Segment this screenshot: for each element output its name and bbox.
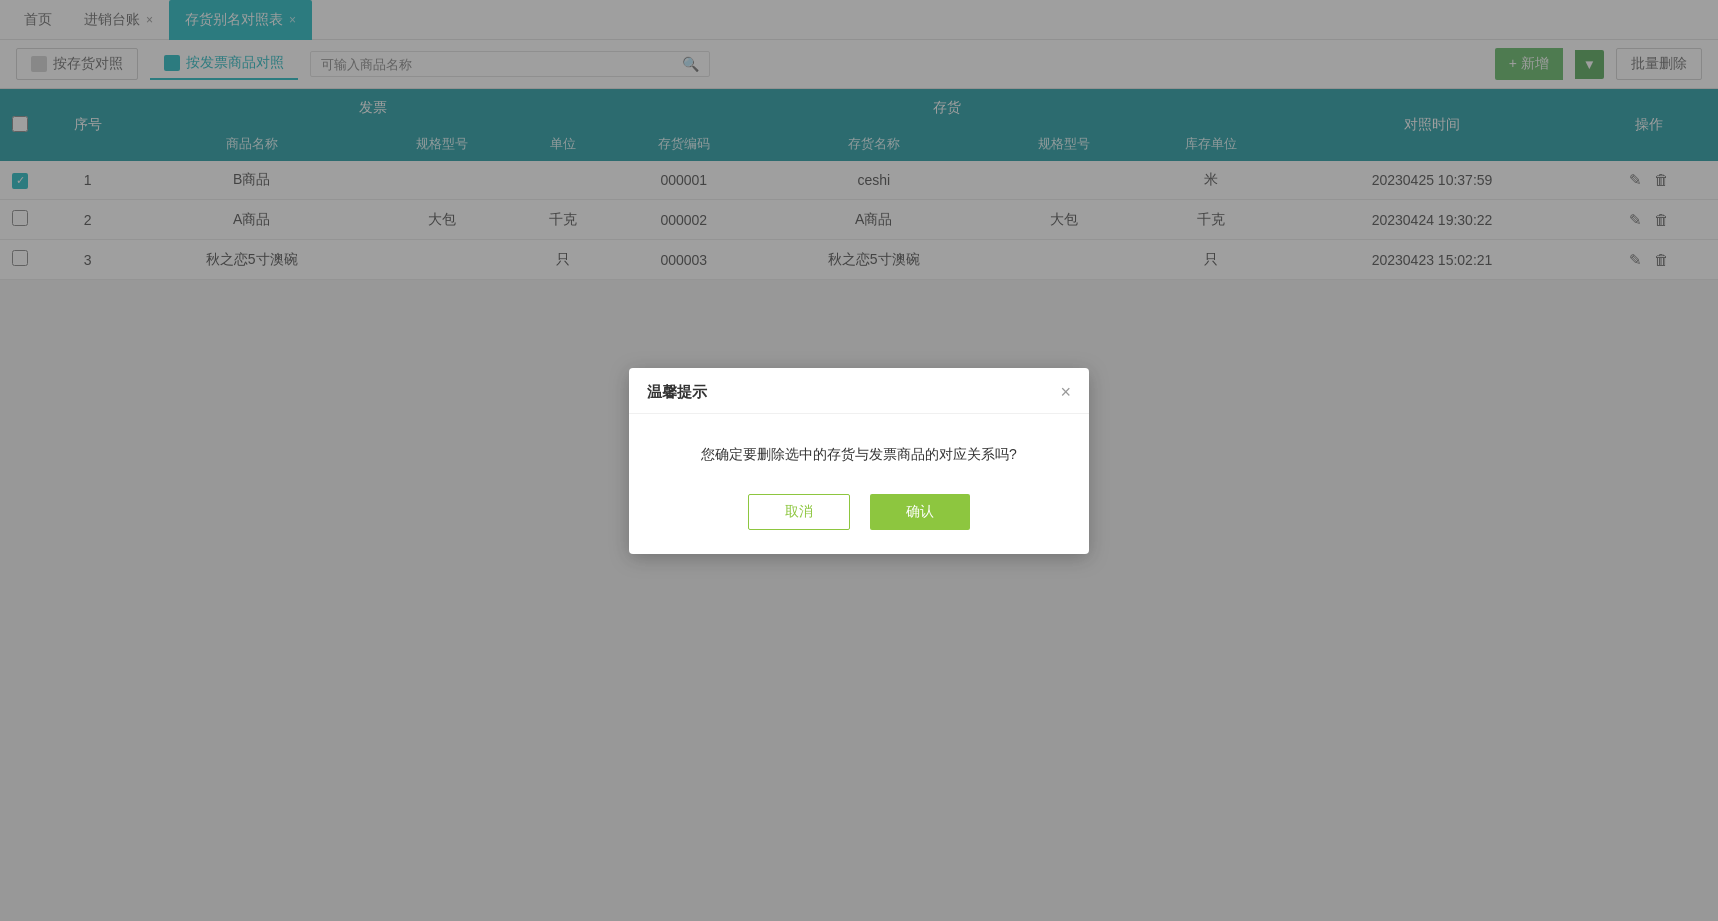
dialog-overlay: 温馨提示 × 您确定要删除选中的存货与发票商品的对应关系吗? 取消 确认 (0, 0, 1718, 280)
